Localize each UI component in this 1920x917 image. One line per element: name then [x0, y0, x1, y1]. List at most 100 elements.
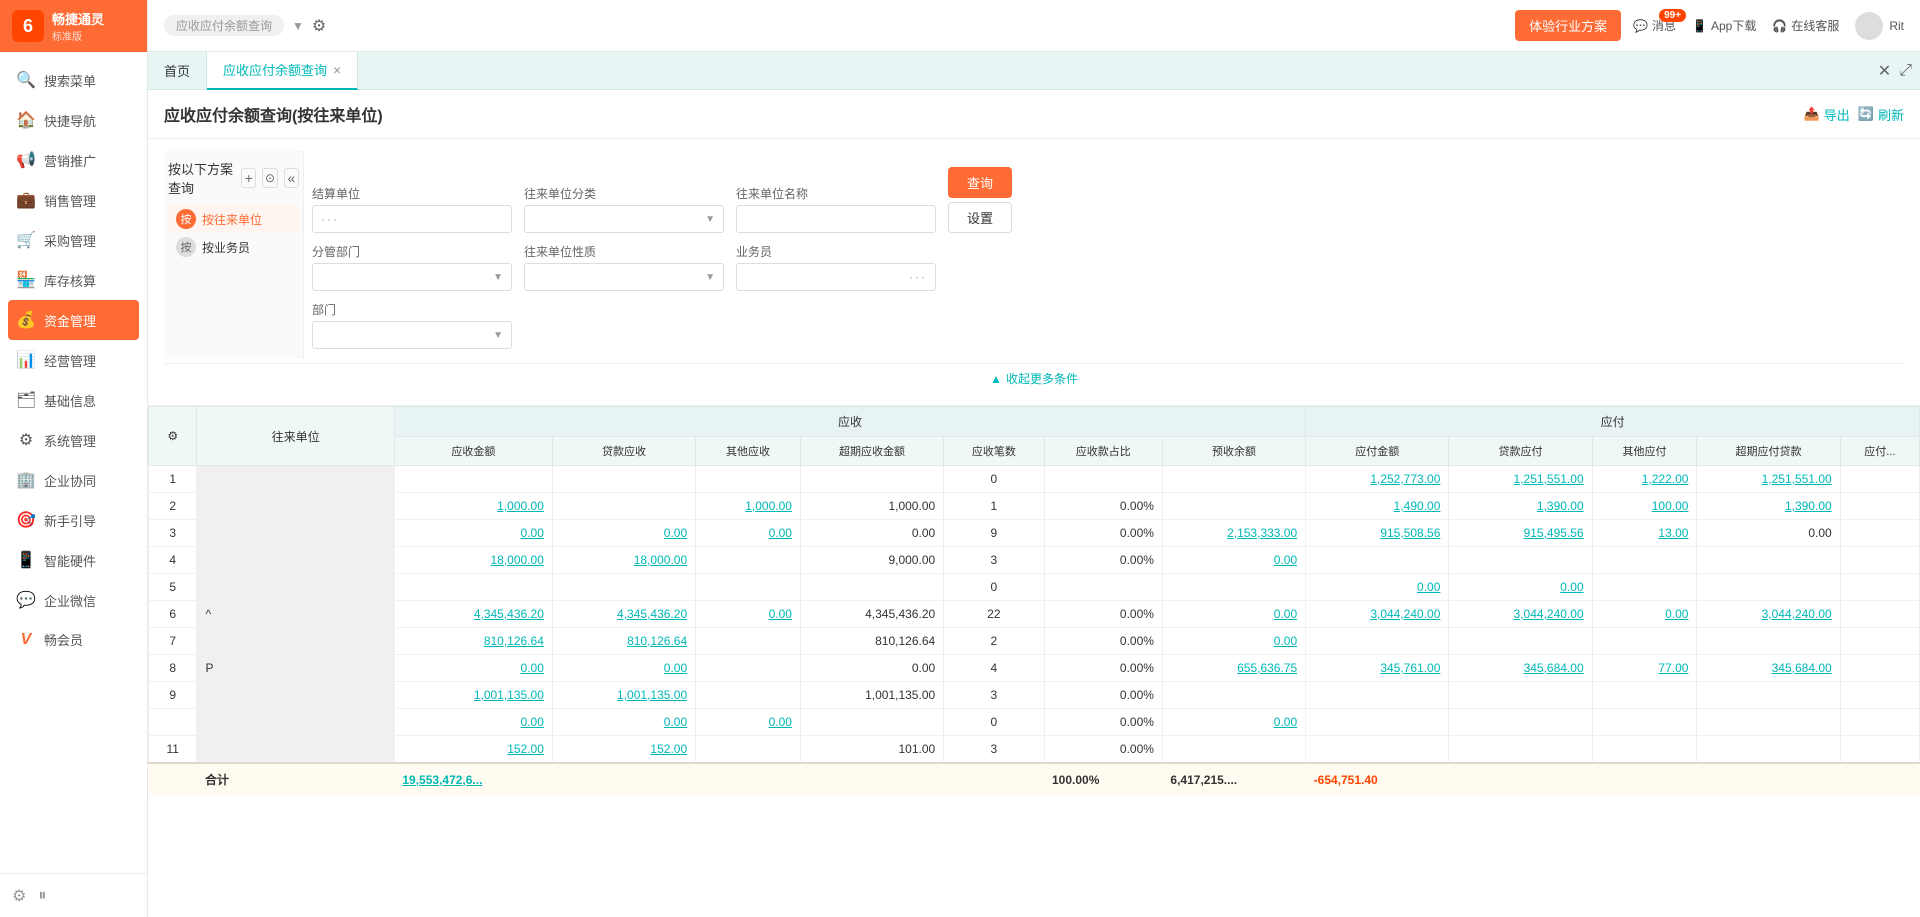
settings-col-header[interactable]: ⚙	[149, 407, 197, 466]
online-service-link[interactable]: 🎧 在线客服	[1772, 17, 1839, 34]
salesperson-input[interactable]: ···	[736, 263, 936, 291]
notification-button[interactable]: 💬 消息 99+	[1633, 17, 1676, 34]
collapse-footer-icon[interactable]: ⏸	[38, 887, 46, 905]
row-ar-loan[interactable]: 1,001,135.00	[552, 682, 695, 709]
customer-category-input[interactable]: ▼	[524, 205, 724, 233]
row-ap-overdue[interactable]: 1,251,551.00	[1697, 466, 1840, 493]
promo-button[interactable]: 体验行业方案	[1515, 10, 1621, 41]
row-ap-more	[1840, 520, 1919, 547]
table-area[interactable]: ⚙ 往来单位 应收 应付 应收金额 贷款应收 其他应收 超期应收金额 应收笔数 …	[148, 406, 1920, 917]
row-ap-other[interactable]: 13.00	[1592, 520, 1697, 547]
app-download-link[interactable]: 📱 App下载	[1692, 17, 1756, 34]
tab-close-icon[interactable]: ×	[333, 62, 341, 78]
row-ar-amount[interactable]: 1,000.00	[394, 493, 552, 520]
footer-ar-amount[interactable]: 19,553,472,6...	[394, 763, 552, 795]
row-customer	[197, 709, 394, 736]
row-ar-amount[interactable]: 810,126.64	[394, 628, 552, 655]
tab-receivable[interactable]: 应收应付余额查询 ×	[207, 52, 358, 90]
row-ar-loan[interactable]: 810,126.64	[552, 628, 695, 655]
sidebar-item-hardware[interactable]: 📱 智能硬件	[0, 540, 147, 580]
tab-close-window-icon[interactable]: ✕	[1878, 61, 1891, 81]
row-advance-balance[interactable]: 0.00	[1162, 709, 1305, 736]
row-advance-balance[interactable]: 0.00	[1162, 601, 1305, 628]
scheme-by-customer[interactable]: 按 按往来单位	[168, 205, 299, 233]
row-ap-overdue[interactable]: 345,684.00	[1697, 655, 1840, 682]
row-ar-loan[interactable]: 152.00	[552, 736, 695, 764]
sidebar-item-quicknav[interactable]: 🏠 快捷导航	[0, 100, 147, 140]
collapse-more-button[interactable]: ▲ 收起更多条件	[164, 363, 1904, 393]
row-ap-loan[interactable]: 345,684.00	[1449, 655, 1592, 682]
row-ap-other[interactable]: 100.00	[1592, 493, 1697, 520]
row-advance-balance[interactable]: 655,636.75	[1162, 655, 1305, 682]
row-ar-loan[interactable]: 4,345,436.20	[552, 601, 695, 628]
row-ap-loan[interactable]: 1,251,551.00	[1449, 466, 1592, 493]
row-ap-loan[interactable]: 1,390.00	[1449, 493, 1592, 520]
row-ap-loan[interactable]: 915,495.56	[1449, 520, 1592, 547]
sidebar-item-operations[interactable]: 📊 经营管理	[0, 340, 147, 380]
row-ar-other	[696, 628, 801, 655]
row-advance-balance[interactable]: 0.00	[1162, 547, 1305, 574]
sidebar-item-enterprise[interactable]: 🏢 企业协同	[0, 460, 147, 500]
row-ap-amount[interactable]: 1,490.00	[1306, 493, 1449, 520]
row-ar-loan[interactable]: 0.00	[552, 520, 695, 547]
row-ap-overdue[interactable]: 3,044,240.00	[1697, 601, 1840, 628]
row-ar-amount[interactable]: 0.00	[394, 655, 552, 682]
dept-input[interactable]: ▼	[312, 321, 512, 349]
row-ap-loan[interactable]: 0.00	[1449, 574, 1592, 601]
scheme-by-staff[interactable]: 按 按业务员	[168, 233, 299, 261]
row-ap-amount[interactable]: 0.00	[1306, 574, 1449, 601]
row-ar-other[interactable]: 0.00	[696, 601, 801, 628]
customer-name-input[interactable]	[736, 205, 936, 233]
sidebar-item-wechat[interactable]: 💬 企业微信	[0, 580, 147, 620]
sidebar-item-inventory[interactable]: 🏪 库存核算	[0, 260, 147, 300]
sidebar-item-search[interactable]: 🔍 搜索菜单	[0, 60, 147, 100]
sidebar-item-basic[interactable]: 🗂 基础信息	[0, 380, 147, 420]
row-ap-amount[interactable]: 1,252,773.00	[1306, 466, 1449, 493]
row-advance-balance[interactable]: 0.00	[1162, 628, 1305, 655]
refresh-button[interactable]: 🔄 刷新	[1858, 105, 1904, 124]
row-ap-amount[interactable]: 915,508.56	[1306, 520, 1449, 547]
row-ap-other[interactable]: 1,222.00	[1592, 466, 1697, 493]
row-advance-balance[interactable]: 2,153,333.00	[1162, 520, 1305, 547]
sidebar-item-funds[interactable]: 💰 资金管理	[8, 300, 139, 340]
row-ar-other[interactable]: 1,000.00	[696, 493, 801, 520]
row-ar-loan[interactable]: 0.00	[552, 655, 695, 682]
row-ar-amount[interactable]: 4,345,436.20	[394, 601, 552, 628]
settings-scheme-button[interactable]: ⊙	[262, 168, 277, 188]
briefcase-icon: 💼	[16, 190, 36, 210]
query-button[interactable]: 查询	[948, 167, 1012, 198]
export-button[interactable]: 📤 导出	[1804, 105, 1850, 124]
tab-maximize-icon[interactable]: ⤢	[1899, 62, 1912, 80]
sidebar-item-guide[interactable]: 🎯 新手引导	[0, 500, 147, 540]
row-ap-other[interactable]: 77.00	[1592, 655, 1697, 682]
row-ar-other[interactable]: 0.00	[696, 709, 801, 736]
row-ap-other[interactable]: 0.00	[1592, 601, 1697, 628]
settings-header-icon[interactable]: ⚙	[312, 16, 326, 36]
row-ar-amount[interactable]: 0.00	[394, 709, 552, 736]
row-ap-loan[interactable]: 3,044,240.00	[1449, 601, 1592, 628]
sidebar-item-system[interactable]: ⚙ 系统管理	[0, 420, 147, 460]
sidebar-item-marketing[interactable]: 📢 营销推广	[0, 140, 147, 180]
row-ap-overdue[interactable]: 1,390.00	[1697, 493, 1840, 520]
settings-button[interactable]: 设置	[948, 202, 1012, 233]
row-ar-loan[interactable]: 18,000.00	[552, 547, 695, 574]
row-ar-loan[interactable]: 0.00	[552, 709, 695, 736]
manage-dept-input[interactable]: ▼	[312, 263, 512, 291]
row-ar-amount[interactable]: 18,000.00	[394, 547, 552, 574]
sidebar-item-purchase[interactable]: 🛒 采购管理	[0, 220, 147, 260]
row-ap-amount[interactable]: 3,044,240.00	[1306, 601, 1449, 628]
sidebar-item-sales[interactable]: 💼 销售管理	[0, 180, 147, 220]
add-scheme-button[interactable]: +	[241, 168, 256, 188]
row-ar-amount[interactable]: 1,001,135.00	[394, 682, 552, 709]
row-ar-amount[interactable]: 152.00	[394, 736, 552, 764]
collapse-scheme-button[interactable]: «	[284, 168, 299, 188]
customer-nature-input[interactable]: ▼	[524, 263, 724, 291]
tab-home[interactable]: 首页	[148, 52, 207, 90]
sidebar-item-member[interactable]: V 畅会员	[0, 620, 147, 659]
row-ar-other[interactable]: 0.00	[696, 520, 801, 547]
settlement-unit-input[interactable]: ···	[312, 205, 512, 233]
row-ap-amount[interactable]: 345,761.00	[1306, 655, 1449, 682]
settings-footer-icon[interactable]: ⚙	[12, 886, 26, 906]
row-ar-ratio: 0.00%	[1044, 601, 1162, 628]
row-ar-amount[interactable]: 0.00	[394, 520, 552, 547]
